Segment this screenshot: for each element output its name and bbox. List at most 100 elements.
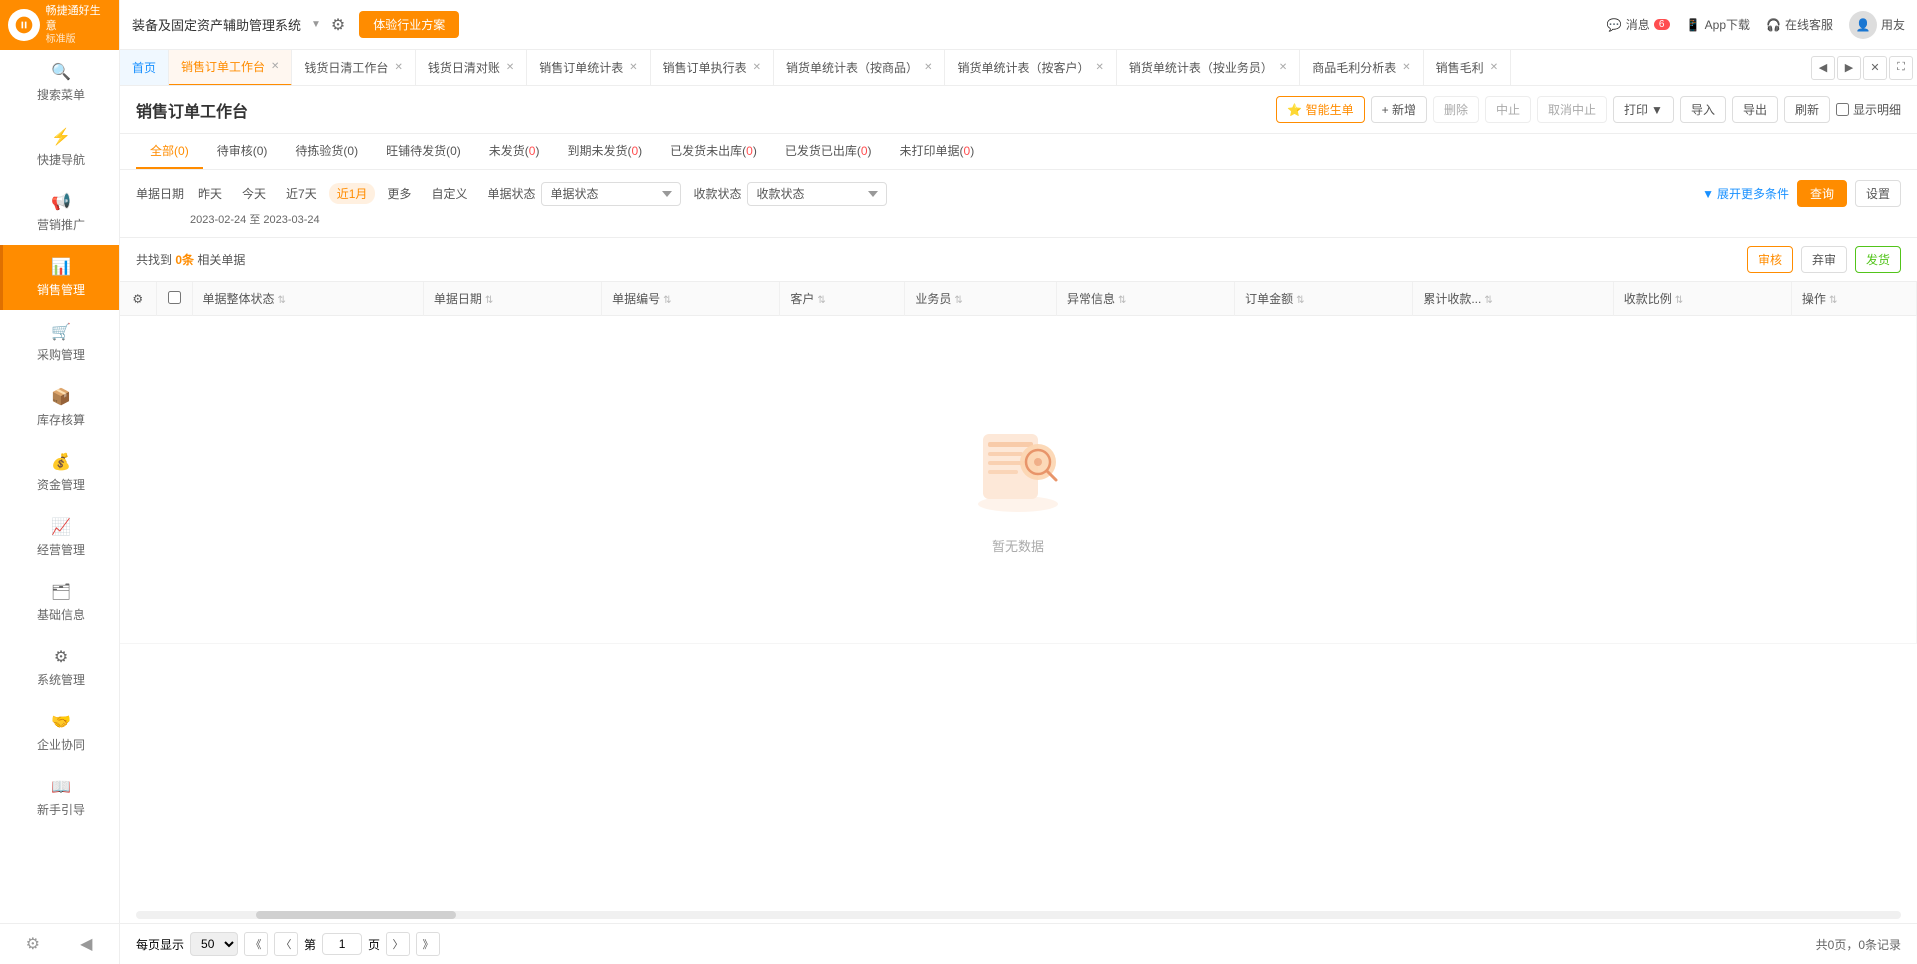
topbar-settings-icon[interactable]: ⚙: [331, 15, 345, 35]
subtab-shipped-out[interactable]: 已发货已出库(0): [771, 134, 886, 169]
sidebar-item-basic[interactable]: 🗂基础信息: [0, 570, 119, 635]
date-option-更多[interactable]: 更多: [379, 183, 419, 204]
industry-btn[interactable]: 体验行业方案: [359, 11, 459, 38]
tab-goods-stat-prod[interactable]: 销货单统计表（按商品）✕: [774, 50, 945, 86]
settings-col-icon[interactable]: ⚙: [132, 292, 143, 306]
cancel-review-btn[interactable]: 弃审: [1801, 246, 1847, 273]
tab-sales-stat[interactable]: 销售订单统计表✕: [527, 50, 650, 86]
export-btn[interactable]: 导出: [1732, 96, 1778, 123]
expand-conditions-btn[interactable]: ▼ 展开更多条件: [1702, 185, 1789, 202]
page-input[interactable]: [322, 933, 362, 955]
cancel-stop-btn[interactable]: 取消中止: [1537, 96, 1607, 123]
tab-close-icon[interactable]: ✕: [271, 61, 279, 72]
sort-icon[interactable]: ⇅: [663, 295, 671, 306]
message-btn[interactable]: 💬 消息 6: [1607, 16, 1670, 33]
topbar-dropdown[interactable]: ▼: [311, 19, 321, 30]
sidebar-item-purchase[interactable]: 🛒采购管理: [0, 310, 119, 375]
ship-btn[interactable]: 发货: [1855, 246, 1901, 273]
page-size-select[interactable]: 50: [190, 932, 238, 956]
sort-icon[interactable]: ⇅: [1675, 295, 1683, 306]
status-select[interactable]: 单据状态: [541, 182, 681, 206]
date-option-今天[interactable]: 今天: [234, 183, 274, 204]
review-btn[interactable]: 审核: [1747, 246, 1793, 273]
sort-icon[interactable]: ⇅: [1829, 295, 1837, 306]
sidebar-item-quick-nav[interactable]: ⚡快捷导航: [0, 115, 119, 180]
sidebar-item-system[interactable]: ⚙系统管理: [0, 635, 119, 700]
sort-icon[interactable]: ⇅: [1484, 295, 1492, 306]
tab-close-icon[interactable]: ✕: [506, 62, 514, 73]
show-detail-checkbox[interactable]: [1836, 103, 1849, 116]
print-btn[interactable]: 打印 ▼: [1613, 96, 1674, 123]
sidebar-item-enterprise[interactable]: 🤝企业协同: [0, 700, 119, 765]
filter-settings-btn[interactable]: 设置: [1855, 180, 1901, 207]
tab-close-icon[interactable]: ✕: [924, 62, 932, 73]
subtab-shipped-not-out[interactable]: 已发货未出库(0): [656, 134, 771, 169]
tab-cash-goods[interactable]: 钱货日清对账✕: [416, 50, 527, 86]
app-download-btn[interactable]: 📱 App下载: [1686, 16, 1750, 33]
tab-prev-icon[interactable]: ◀: [1811, 56, 1835, 80]
sidebar-item-guide[interactable]: 📖新手引导: [0, 765, 119, 830]
tab-margin-stat[interactable]: 商品毛利分析表✕: [1300, 50, 1423, 86]
first-page-btn[interactable]: 《: [244, 932, 268, 956]
user-btn[interactable]: 👤 用友: [1849, 11, 1905, 39]
tab-close-icon[interactable]: ✕: [394, 62, 402, 73]
date-option-自定义[interactable]: 自定义: [423, 183, 475, 204]
tab-close-all-icon[interactable]: ✕: [1863, 56, 1887, 80]
prev-page-btn[interactable]: 〈: [274, 932, 298, 956]
date-option-近7天[interactable]: 近7天: [278, 183, 325, 204]
sort-icon[interactable]: ⇅: [817, 295, 825, 306]
date-option-近1月[interactable]: 近1月: [329, 183, 376, 204]
sidebar-item-inventory[interactable]: 📦库存核算: [0, 375, 119, 440]
subtab-pending-review[interactable]: 待审核(0): [203, 134, 282, 169]
subtab-pending-inspect[interactable]: 待拣验货(0): [281, 134, 372, 169]
tab-goods-stat-staff[interactable]: 销货单统计表（按业务员）✕: [1117, 50, 1300, 86]
tab-close-icon[interactable]: ✕: [1095, 62, 1103, 73]
tab-home[interactable]: 首页: [120, 50, 169, 86]
date-option-昨天[interactable]: 昨天: [190, 183, 230, 204]
delete-btn[interactable]: 删除: [1433, 96, 1479, 123]
sidebar-item-sales[interactable]: 📊销售管理: [0, 245, 119, 310]
last-page-btn[interactable]: 》: [416, 932, 440, 956]
import-btn[interactable]: 导入: [1680, 96, 1726, 123]
subtab-wangpu-pending[interactable]: 旺铺待发货(0): [372, 134, 475, 169]
collapse-icon[interactable]: ◀: [64, 934, 110, 954]
sort-icon[interactable]: ⇅: [1296, 295, 1304, 306]
subtab-not-shipped[interactable]: 未发货(0): [475, 134, 554, 169]
tab-close-icon[interactable]: ✕: [1490, 62, 1498, 73]
subtab-expired-not-shipped[interactable]: 到期未发货(0): [553, 134, 656, 169]
tab-goods-stat-cust[interactable]: 销货单统计表（按客户）✕: [945, 50, 1116, 86]
sidebar-item-search[interactable]: 🔍搜索菜单: [0, 50, 119, 115]
sort-icon[interactable]: ⇅: [954, 295, 962, 306]
tab-close-icon[interactable]: ✕: [1402, 62, 1410, 73]
sidebar-item-finance[interactable]: 💰资金管理: [0, 440, 119, 505]
add-btn[interactable]: + 新增: [1371, 96, 1427, 123]
stop-btn[interactable]: 中止: [1485, 96, 1531, 123]
tab-sales-profit[interactable]: 销售毛利✕: [1424, 50, 1511, 86]
tab-close-icon[interactable]: ✕: [753, 62, 761, 73]
sidebar-item-marketing[interactable]: 📢营销推广: [0, 180, 119, 245]
tab-sales-workbench[interactable]: 销售订单工作台✕: [169, 50, 292, 86]
sidebar-item-operation[interactable]: 📈经营管理: [0, 505, 119, 570]
sort-icon[interactable]: ⇅: [1118, 295, 1126, 306]
sort-icon[interactable]: ⇅: [278, 295, 286, 306]
tab-close-icon[interactable]: ✕: [1279, 62, 1287, 73]
tab-sales-exec[interactable]: 销售订单执行表✕: [651, 50, 774, 86]
show-detail-checkbox-label[interactable]: 显示明细: [1836, 101, 1901, 118]
refresh-btn[interactable]: 刷新: [1784, 96, 1830, 123]
query-btn[interactable]: 查询: [1797, 180, 1847, 207]
next-page-btn[interactable]: 〉: [386, 932, 410, 956]
smart-btn[interactable]: ⭐ 智能生单: [1276, 96, 1364, 123]
tab-next-icon[interactable]: ▶: [1837, 56, 1861, 80]
tab-cashier[interactable]: 钱货日清工作台✕: [292, 50, 415, 86]
online-service-btn[interactable]: 🎧 在线客服: [1766, 16, 1833, 33]
subtab-not-printed[interactable]: 未打印单据(0): [886, 134, 989, 169]
subtab-all[interactable]: 全部(0): [136, 134, 203, 169]
scroll-thumb[interactable]: [256, 911, 456, 919]
scroll-track[interactable]: [136, 911, 1901, 919]
payment-select[interactable]: 收款状态: [747, 182, 887, 206]
settings-icon[interactable]: ⚙: [10, 934, 56, 954]
tab-expand-icon[interactable]: ⛶: [1889, 56, 1913, 80]
sort-icon[interactable]: ⇅: [485, 295, 493, 306]
select-all-checkbox[interactable]: [168, 291, 181, 304]
tab-close-icon[interactable]: ✕: [629, 62, 637, 73]
